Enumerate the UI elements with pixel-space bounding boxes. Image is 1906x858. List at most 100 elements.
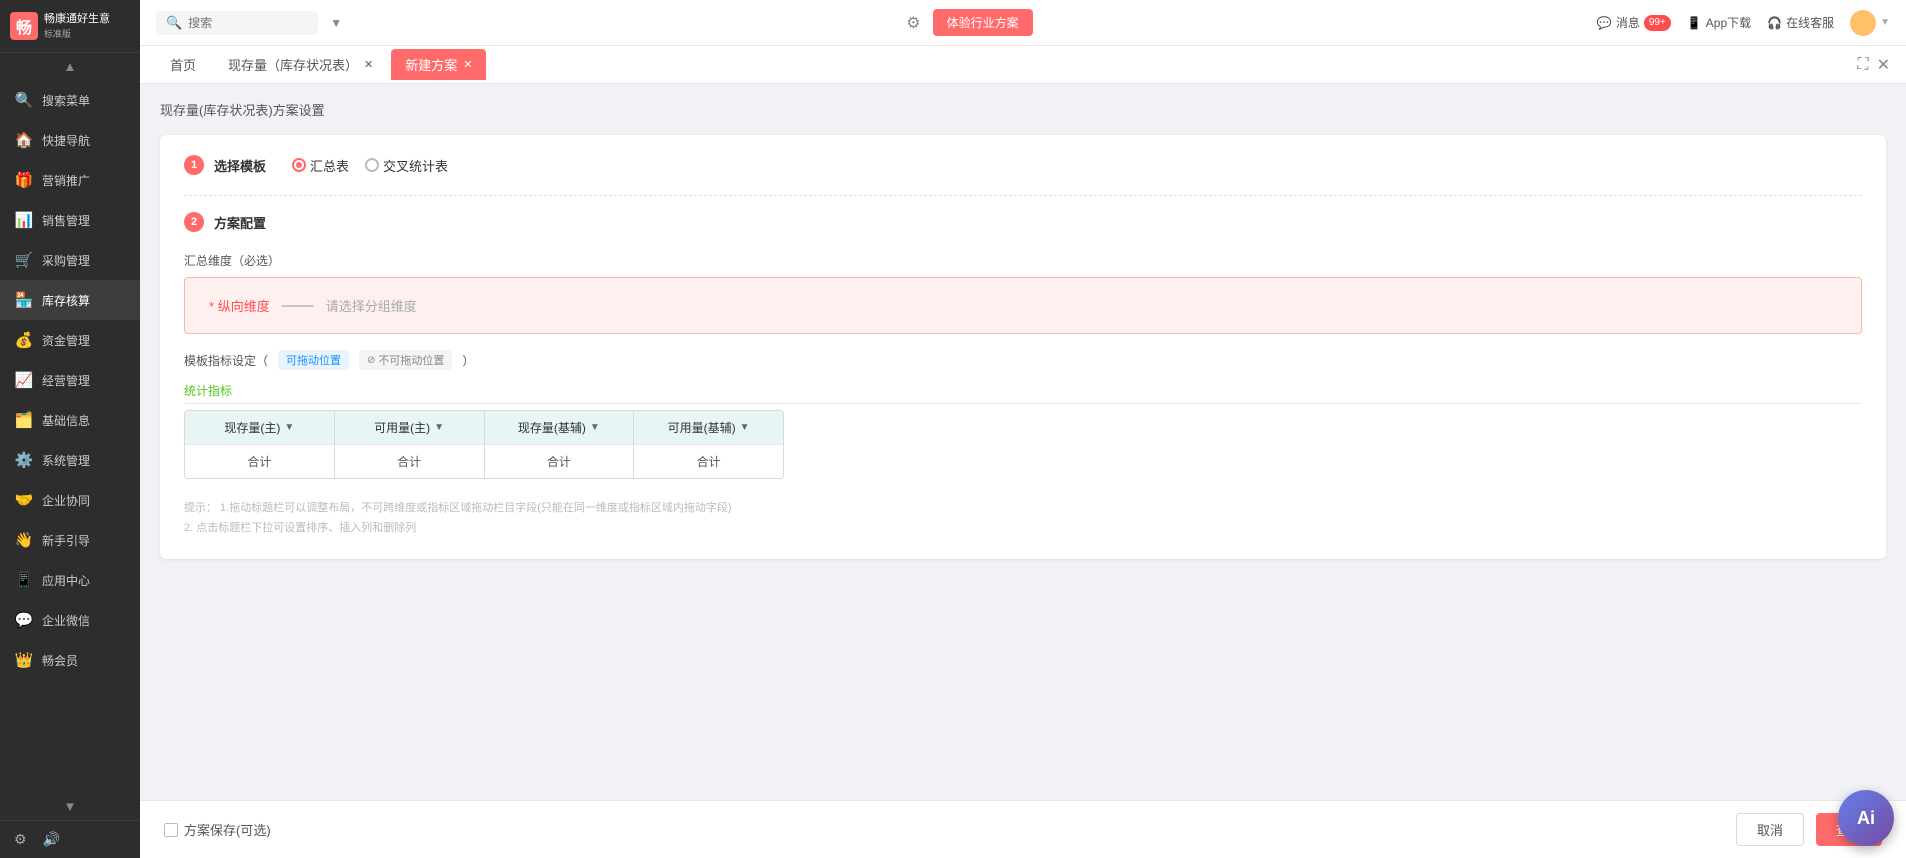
stats-section-label: 统计指标	[184, 382, 1862, 404]
radio-summary[interactable]: 汇总表	[292, 156, 349, 175]
tab-new-plan-close[interactable]: ✕	[463, 58, 472, 71]
sidebar-item-sales[interactable]: 📊 销售管理	[0, 200, 140, 240]
settings-card: 1 选择模板 汇总表 交叉统计表 2 方案配置	[160, 135, 1886, 559]
sales-icon: 📊	[14, 211, 34, 229]
non-draggable-icon: ⊘	[367, 355, 375, 366]
step2-badge: 2	[184, 212, 204, 232]
indicator-settings-label: 模板指标设定（	[184, 352, 268, 369]
topbar: 🔍 ▼ ⚙ 体验行业方案 💬 消息 99+ 📱 App下载 🎧 在线客服 ▼	[140, 0, 1906, 46]
sidebar-item-quicknav[interactable]: 🏠 快捷导航	[0, 120, 140, 160]
sidebar-item-basicinfo[interactable]: 🗂️ 基础信息	[0, 400, 140, 440]
radio-cross[interactable]: 交叉统计表	[365, 156, 448, 175]
sidebar-item-label: 搜索菜单	[42, 92, 90, 109]
sidebar-item-inventory[interactable]: 🏪 库存核算	[0, 280, 140, 320]
stats-cell-3: 合计	[485, 444, 635, 478]
dim-arrow: ——	[282, 297, 314, 315]
col1-chevron: ▼	[284, 422, 294, 433]
user-dropdown-icon: ▼	[1880, 17, 1890, 28]
sidebar-item-wechat[interactable]: 💬 企业微信	[0, 600, 140, 640]
sidebar-item-label: 资金管理	[42, 332, 90, 349]
stats-cell-4: 合计	[634, 444, 783, 478]
sidebar-item-newguide[interactable]: 👋 新手引导	[0, 520, 140, 560]
tips-section: 提示： 1.拖动标题栏可以调整布局，不可跨维度或指标区域拖动栏目字段(只能在同一…	[184, 499, 1862, 535]
app-logo-icon: 畅	[10, 12, 38, 40]
tab-home[interactable]: 首页	[156, 49, 210, 80]
gear-icon[interactable]: ⚙	[906, 13, 920, 33]
sidebar-scroll-up[interactable]: ▲	[59, 55, 80, 78]
app-version: 标准版	[44, 27, 110, 40]
member-icon: 👑	[14, 651, 34, 669]
topbar-dropdown[interactable]: ▼	[330, 16, 342, 30]
sidebar-item-purchase[interactable]: 🛒 采购管理	[0, 240, 140, 280]
headset-icon: 🎧	[1767, 16, 1782, 30]
sidebar-item-label: 系统管理	[42, 452, 90, 469]
tab-new-plan[interactable]: 新建方案 ✕	[391, 49, 486, 80]
guide-icon: 👋	[14, 531, 34, 549]
search-input[interactable]	[188, 16, 308, 30]
sidebar-scroll-down[interactable]: ▼	[59, 795, 80, 818]
stats-table-header: 现存量(主) ▼ 可用量(主) ▼ 现存量(基辅) ▼	[185, 411, 783, 444]
sidebar-item-label: 畅会员	[42, 652, 78, 669]
sidebar-bottom: ⚙ 🔊	[0, 820, 140, 858]
col2-label: 可用量(主)	[374, 419, 430, 436]
sidebar-item-search[interactable]: 🔍 搜索菜单	[0, 80, 140, 120]
stats-col-3[interactable]: 现存量(基辅) ▼	[485, 411, 635, 444]
dimension-box[interactable]: * 纵向维度 —— 请选择分组维度	[184, 277, 1862, 334]
sidebar-item-label: 新手引导	[42, 532, 90, 549]
settings-icon[interactable]: ⚙	[14, 831, 27, 848]
app-name: 畅康通好生意	[44, 12, 110, 26]
summary-dim-label: 汇总维度（必选）	[184, 252, 1862, 269]
stats-cell-2: 合计	[335, 444, 485, 478]
topbar-right: 💬 消息 99+ 📱 App下载 🎧 在线客服 ▼	[1597, 10, 1890, 36]
basicinfo-icon: 🗂️	[14, 411, 34, 429]
search-bar[interactable]: 🔍	[156, 11, 318, 35]
sidebar-item-finance[interactable]: 💰 资金管理	[0, 320, 140, 360]
tab-new-plan-label: 新建方案	[405, 55, 457, 74]
search-icon: 🔍	[166, 15, 182, 31]
user-avatar[interactable]: ▼	[1850, 10, 1890, 36]
col4-chevron: ▼	[740, 422, 750, 433]
search-icon: 🔍	[14, 91, 34, 109]
required-star: 汇总维度（必选）	[184, 254, 280, 268]
stats-col-4[interactable]: 可用量(基辅) ▼	[634, 411, 783, 444]
cancel-button[interactable]: 取消	[1736, 813, 1804, 846]
sidebar-item-system[interactable]: ⚙️ 系统管理	[0, 440, 140, 480]
col3-label: 现存量(基辅)	[518, 419, 586, 436]
tab-inventory-close[interactable]: ✕	[364, 58, 373, 71]
app-download-btn[interactable]: 📱 App下载	[1687, 14, 1751, 31]
vertical-dim-label: * 纵向维度	[209, 296, 270, 315]
message-label: 消息	[1616, 14, 1640, 31]
sidebar-item-label: 经营管理	[42, 372, 90, 389]
col2-chevron: ▼	[434, 422, 444, 433]
sidebar-item-marketing[interactable]: 🎁 营销推广	[0, 160, 140, 200]
radio-summary-dot	[292, 158, 306, 172]
step2-row: 2 方案配置	[184, 212, 1862, 232]
stats-col-1[interactable]: 现存量(主) ▼	[185, 411, 335, 444]
tip-1: 提示： 1.拖动标题栏可以调整布局，不可跨维度或指标区域拖动栏目字段(只能在同一…	[184, 499, 1862, 515]
sidebar-item-member[interactable]: 👑 畅会员	[0, 640, 140, 680]
ai-badge[interactable]: Ai	[1838, 790, 1894, 846]
trial-btn[interactable]: 体验行业方案	[933, 9, 1033, 36]
tab-inventory-list[interactable]: 现存量（库存状况表） ✕	[214, 49, 387, 80]
avatar-image	[1850, 10, 1876, 36]
step-divider	[184, 195, 1862, 196]
sidebar-item-management[interactable]: 📈 经营管理	[0, 360, 140, 400]
speaker-icon[interactable]: 🔊	[43, 831, 60, 848]
radio-cross-label: 交叉统计表	[383, 156, 448, 175]
finance-icon: 💰	[14, 331, 34, 349]
sidebar-item-label: 营销推广	[42, 172, 90, 189]
col3-chevron: ▼	[590, 422, 600, 433]
dim-placeholder: 请选择分组维度	[326, 296, 417, 315]
close-panel-icon[interactable]: ✕	[1877, 55, 1890, 75]
sidebar-item-cooperation[interactable]: 🤝 企业协同	[0, 480, 140, 520]
management-icon: 📈	[14, 371, 34, 389]
maximize-icon[interactable]: ⛶	[1857, 56, 1868, 74]
required-asterisk: *	[209, 299, 214, 314]
radio-summary-label: 汇总表	[310, 156, 349, 175]
save-checkbox[interactable]	[164, 823, 178, 837]
sidebar-nav: 🔍 搜索菜单 🏠 快捷导航 🎁 营销推广 📊 销售管理 🛒 采购管理 🏪 库存核…	[0, 80, 140, 793]
message-btn[interactable]: 💬 消息 99+	[1597, 14, 1671, 31]
stats-col-2[interactable]: 可用量(主) ▼	[335, 411, 485, 444]
sidebar-item-appcenter[interactable]: 📱 应用中心	[0, 560, 140, 600]
online-service-btn[interactable]: 🎧 在线客服	[1767, 14, 1834, 31]
